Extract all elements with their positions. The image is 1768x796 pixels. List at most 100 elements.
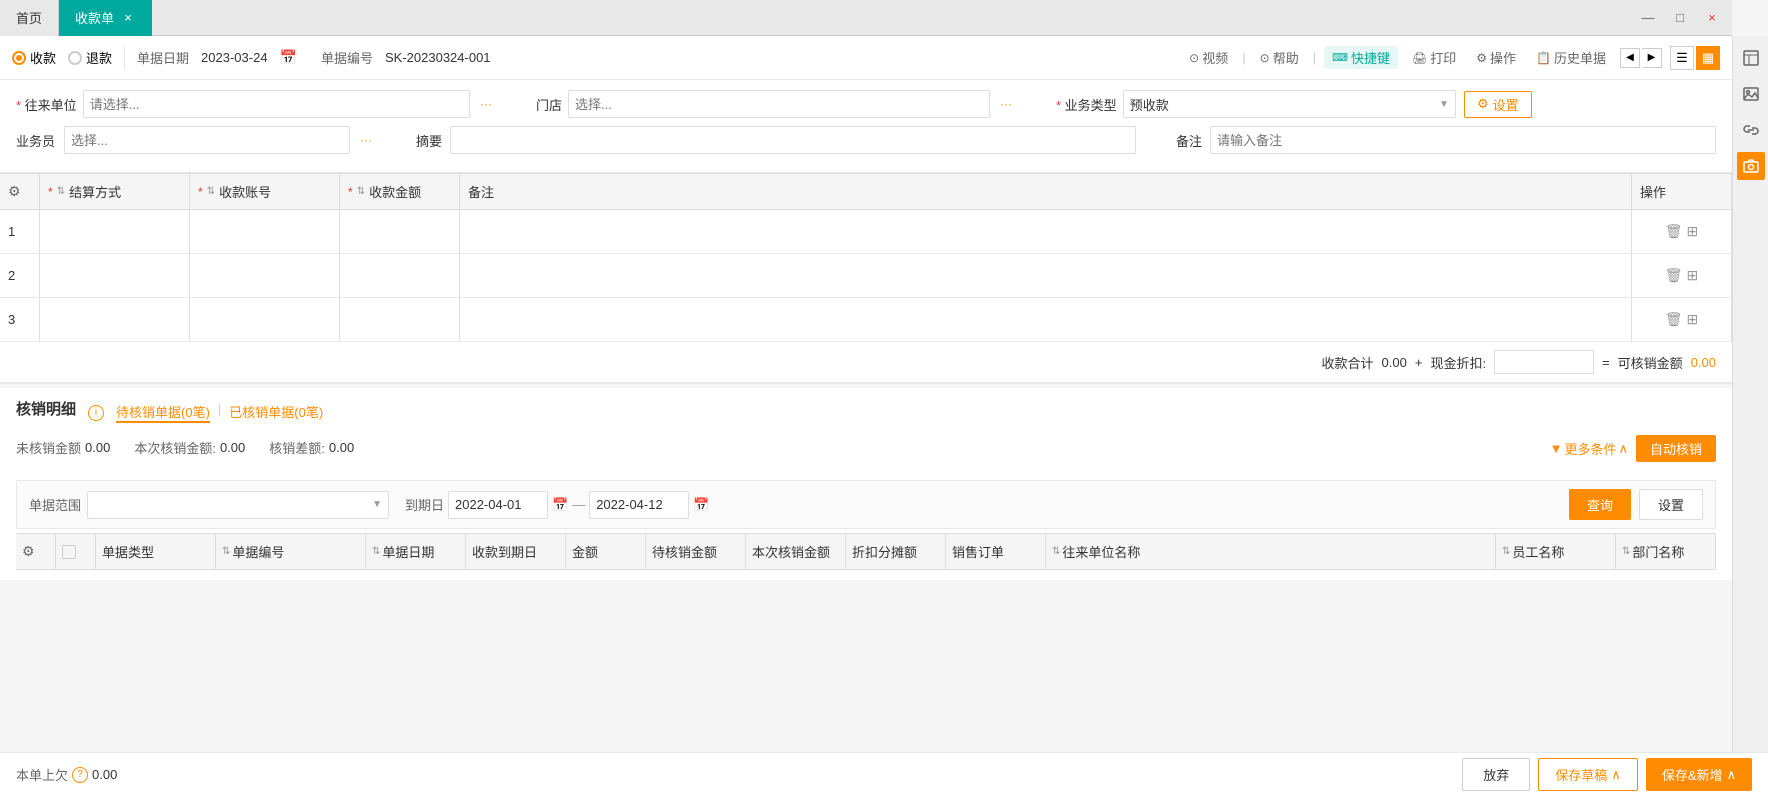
calendar-from-icon[interactable]: 📅 <box>552 497 568 513</box>
bth-date: ⇅ 单据日期 <box>366 534 466 569</box>
abandon-button[interactable]: 放弃 <box>1462 758 1530 791</box>
calendar-to-icon[interactable]: 📅 <box>693 497 709 513</box>
auto-verify-button[interactable]: 自动核销 <box>1636 435 1716 462</box>
store-input[interactable] <box>568 90 990 118</box>
select-all-checkbox[interactable] <box>62 545 76 559</box>
sidebar-image-icon[interactable] <box>1737 80 1765 108</box>
help-button[interactable]: ⊙ 帮助 <box>1254 46 1305 69</box>
query-button[interactable]: 查询 <box>1569 489 1631 520</box>
store-field: 门店 ··· <box>536 90 1016 118</box>
counterpart-input[interactable] <box>83 90 470 118</box>
copy-row-2-icon[interactable]: ⊞ <box>1687 267 1699 284</box>
td-amount-3[interactable] <box>340 298 460 341</box>
equals-sign: = <box>1602 355 1610 370</box>
prev-arrow[interactable]: ◀ <box>1620 48 1640 68</box>
td-account-1[interactable] <box>190 210 340 253</box>
print-button[interactable]: 🖨 打印 <box>1406 46 1462 69</box>
pending-amount: 未核销金额 0.00 <box>16 438 110 457</box>
counterpart-label: 往来单位 <box>16 95 77 114</box>
form-row-1: 往来单位 ··· 门店 ··· 业务类型 预收款 ▼ ⚙ 设置 <box>16 90 1716 118</box>
tab-home[interactable]: 首页 <box>0 0 59 36</box>
bth-staff: ⇅ 员工名称 <box>1496 534 1616 569</box>
bth-checkbox[interactable] <box>56 534 96 569</box>
summary-label: 摘要 <box>416 131 444 150</box>
bth-number: ⇅ 单据编号 <box>216 534 366 569</box>
query-settings-button[interactable]: 设置 <box>1639 489 1703 520</box>
bth-type: 单据类型 <box>96 534 216 569</box>
summary-input[interactable] <box>450 126 1136 154</box>
tab-close-button[interactable]: × <box>120 10 136 26</box>
number-label: 单据编号 <box>321 48 373 67</box>
range-field: 单据范围 ▼ <box>29 491 389 519</box>
sidebar-camera-icon[interactable] <box>1737 152 1765 180</box>
save-new-button[interactable]: 保存&新增 ∧ <box>1646 758 1752 791</box>
more-filter-button[interactable]: ▼ 更多条件 ∧ <box>1550 439 1628 458</box>
bth-dept: ⇅ 部门名称 <box>1616 534 1716 569</box>
td-amount-2[interactable] <box>340 254 460 297</box>
discount-label: 现金折扣: <box>1430 353 1486 372</box>
shortcut-button[interactable]: ⌨ 快捷键 <box>1324 46 1398 69</box>
td-remark-3[interactable] <box>460 298 1632 341</box>
bth-gear[interactable]: ⚙ <box>16 534 56 569</box>
date-value: 2023-03-24 <box>201 50 268 65</box>
radio-receive[interactable]: 收款 <box>12 48 56 67</box>
delete-row-3-icon[interactable]: 🗑 <box>1665 311 1683 328</box>
staff-more-button[interactable]: ··· <box>356 133 376 147</box>
date-from-input[interactable] <box>448 491 548 519</box>
radio-refund-dot <box>68 51 82 65</box>
td-account-3[interactable] <box>190 298 340 341</box>
date-calendar-icon[interactable]: 📅 <box>280 49 297 66</box>
operate-button[interactable]: ⚙ 操作 <box>1470 46 1522 69</box>
select-arrow-icon: ▼ <box>1439 99 1449 110</box>
grid-view-button[interactable]: ▦ <box>1696 46 1720 70</box>
tab-current-label: 收款单 <box>75 8 114 27</box>
staff-input[interactable] <box>64 126 350 154</box>
discount-input[interactable] <box>1494 350 1594 374</box>
footer-info-icon[interactable]: ? <box>72 767 88 783</box>
td-settle-2[interactable] <box>40 254 190 297</box>
business-type-select[interactable]: 预收款 ▼ <box>1123 90 1456 118</box>
bottom-table-header: ⚙ 单据类型 ⇅ 单据编号 ⇅ 单据日期 收款到期日 金额 <box>16 533 1716 570</box>
save-draft-button[interactable]: 保存草稿 ∧ <box>1538 758 1638 791</box>
video-button[interactable]: ⊙ 视频 <box>1183 46 1234 69</box>
radio-refund-label: 退款 <box>86 48 112 67</box>
history-button[interactable]: 📋 历史单据 <box>1530 46 1612 69</box>
td-settle-3[interactable] <box>40 298 190 341</box>
tab-current[interactable]: 收款单 × <box>59 0 152 36</box>
tab-done[interactable]: 已核销单据(0笔) <box>229 402 323 423</box>
next-arrow[interactable]: ▶ <box>1642 48 1662 68</box>
delete-row-2-icon[interactable]: 🗑 <box>1665 267 1683 284</box>
th-gear[interactable]: ⚙ <box>0 174 40 209</box>
bth-due: 收款到期日 <box>466 534 566 569</box>
list-view-button[interactable]: ☰ <box>1670 46 1694 70</box>
diff-amount: 核销差额: 0.00 <box>269 438 354 457</box>
copy-row-1-icon[interactable]: ⊞ <box>1687 223 1699 240</box>
td-amount-1[interactable] <box>340 210 460 253</box>
td-remark-1[interactable] <box>460 210 1632 253</box>
copy-row-3-icon[interactable]: ⊞ <box>1687 311 1699 328</box>
minimize-button[interactable]: — <box>1636 6 1660 30</box>
settings-button[interactable]: ⚙ 设置 <box>1464 91 1532 118</box>
store-more-button[interactable]: ··· <box>996 97 1016 111</box>
close-button[interactable]: × <box>1700 6 1724 30</box>
counterpart-more-button[interactable]: ··· <box>476 97 496 111</box>
radio-refund[interactable]: 退款 <box>68 48 112 67</box>
tab-bar: 首页 收款单 × — □ × <box>0 0 1732 36</box>
td-remark-2[interactable] <box>460 254 1632 297</box>
radio-receive-dot <box>12 51 26 65</box>
tab-pending[interactable]: 待核销单据(0笔) <box>116 402 210 423</box>
verify-info-icon[interactable]: i <box>88 405 104 421</box>
td-num-2: 2 <box>0 254 40 297</box>
footer-info: 本单上欠 ? 0.00 <box>16 765 117 784</box>
range-select[interactable]: ▼ <box>87 491 389 519</box>
sidebar-link-icon[interactable] <box>1737 116 1765 144</box>
delete-row-1-icon[interactable]: 🗑 <box>1665 223 1683 240</box>
td-actions-2: 🗑 ⊞ <box>1632 254 1732 297</box>
td-settle-1[interactable] <box>40 210 190 253</box>
date-to-input[interactable] <box>589 491 689 519</box>
sidebar-table-icon[interactable] <box>1737 44 1765 72</box>
remark-input[interactable] <box>1210 126 1716 154</box>
maximize-button[interactable]: □ <box>1668 6 1692 30</box>
range-label: 单据范围 <box>29 495 81 514</box>
td-account-2[interactable] <box>190 254 340 297</box>
